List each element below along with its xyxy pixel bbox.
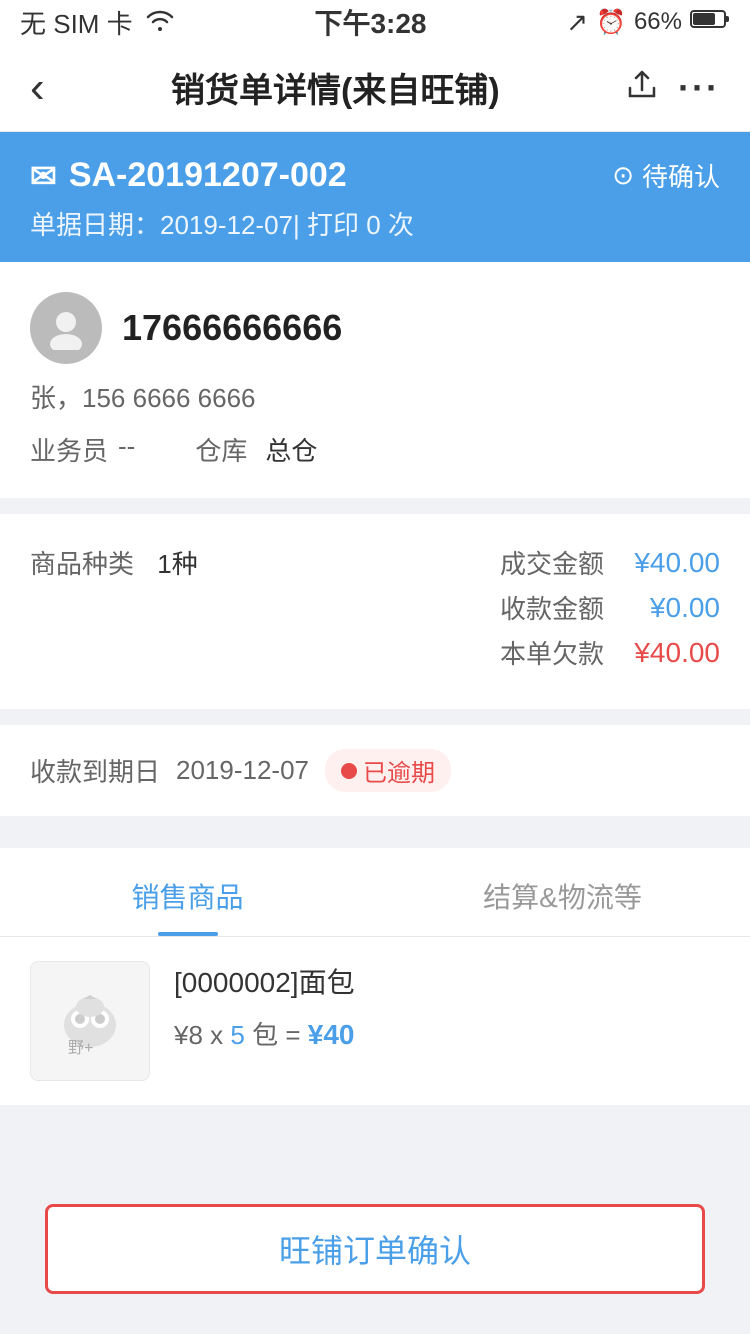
customer-avatar xyxy=(30,292,102,364)
summary-section: 商品种类 1种 成交金额 ¥40.00 收款金额 ¥0.00 本单欠款 ¥40.… xyxy=(0,514,750,709)
overdue-text: 已逾期 xyxy=(363,753,435,788)
alarm-icon: ⏰ xyxy=(596,8,626,37)
customer-phone: 17666666666 xyxy=(122,307,342,349)
summary-left: 商品种类 1种 xyxy=(30,544,198,587)
battery-label: 66% xyxy=(634,8,682,36)
tab-products[interactable]: 销售商品 xyxy=(0,848,375,936)
order-date-line: 单据日期：2019-12-07| 打印 0 次 xyxy=(30,205,720,242)
tab-settlement[interactable]: 结算&物流等 xyxy=(375,848,750,936)
product-item: 野+ [0000002]面包 ¥8 x 5 包 = ¥40 xyxy=(0,937,750,1105)
due-date-label: 收款到期日 xyxy=(30,752,160,789)
owed-value: ¥40.00 xyxy=(620,637,720,669)
more-icon[interactable]: ··· xyxy=(678,67,720,109)
product-info: [0000002]面包 ¥8 x 5 包 = ¥40 xyxy=(174,961,720,1052)
status-right: ↗ ⏰ 66% xyxy=(566,7,730,38)
overdue-badge: 已逾期 xyxy=(325,749,451,792)
status-time: 下午3:28 xyxy=(314,2,426,42)
deal-amount-value: ¥40.00 xyxy=(620,547,720,579)
received-value: ¥0.00 xyxy=(620,592,720,624)
order-icon: ✉ xyxy=(30,157,57,195)
salesperson-value: -- xyxy=(118,431,135,468)
svg-text:野+: 野+ xyxy=(68,1039,93,1057)
page-title: 销货单详情(来自旺铺) xyxy=(171,63,500,112)
divider-2 xyxy=(0,709,750,725)
customer-meta: 业务员 -- 仓库 总仓 xyxy=(30,431,720,468)
overdue-dot-icon xyxy=(341,763,357,779)
product-type-label: 商品种类 xyxy=(30,549,134,579)
due-date-value: 2019-12-07 xyxy=(176,755,309,786)
product-type-value: 1种 xyxy=(157,549,197,579)
tab-underline xyxy=(158,932,218,936)
battery-icon xyxy=(690,8,730,37)
divider-3 xyxy=(0,816,750,832)
received-label: 收款金额 xyxy=(500,589,604,626)
back-button[interactable]: ‹ xyxy=(30,63,45,113)
wifi-icon xyxy=(145,7,175,38)
tabs-section: 销售商品 结算&物流等 xyxy=(0,848,750,937)
due-section: 收款到期日 2019-12-07 已逾期 xyxy=(0,725,750,816)
status-left: 无 SIM 卡 xyxy=(20,4,175,41)
customer-name: 张，156 6666 6666 xyxy=(30,378,720,415)
carrier-label: 无 SIM 卡 xyxy=(20,4,133,41)
salesperson-label: 业务员 xyxy=(30,431,108,468)
share-icon[interactable] xyxy=(626,68,658,108)
confirm-order-button[interactable]: 旺铺订单确认 xyxy=(45,1204,705,1294)
customer-section: 17666666666 张，156 6666 6666 业务员 -- 仓库 总仓 xyxy=(0,262,750,498)
order-status: ⊙ 待确认 xyxy=(612,157,720,194)
product-thumbnail: 野+ xyxy=(30,961,150,1081)
warehouse-label: 仓库 xyxy=(195,431,247,468)
owed-label: 本单欠款 xyxy=(500,634,604,671)
nav-bar: ‹ 销货单详情(来自旺铺) ··· xyxy=(0,44,750,132)
deal-amount-label: 成交金额 xyxy=(500,544,604,581)
divider-1 xyxy=(0,498,750,514)
product-price-row: ¥8 x 5 包 = ¥40 xyxy=(174,1015,720,1052)
order-number: ✉ SA-20191207-002 xyxy=(30,156,347,195)
warehouse-value: 总仓 xyxy=(265,431,317,468)
confirm-btn-wrapper: 旺铺订单确认 xyxy=(45,1204,705,1294)
product-name: [0000002]面包 xyxy=(174,961,720,1001)
location-icon: ↗ xyxy=(566,7,588,38)
order-header: ✉ SA-20191207-002 ⊙ 待确认 单据日期：2019-12-07|… xyxy=(0,132,750,262)
nav-actions: ··· xyxy=(626,67,720,109)
clock-icon: ⊙ xyxy=(612,160,634,191)
status-bar: 无 SIM 卡 下午3:28 ↗ ⏰ 66% xyxy=(0,0,750,44)
product-thumb-icon: 野+ xyxy=(50,977,130,1066)
summary-right: 成交金额 ¥40.00 收款金额 ¥0.00 本单欠款 ¥40.00 xyxy=(500,544,720,679)
